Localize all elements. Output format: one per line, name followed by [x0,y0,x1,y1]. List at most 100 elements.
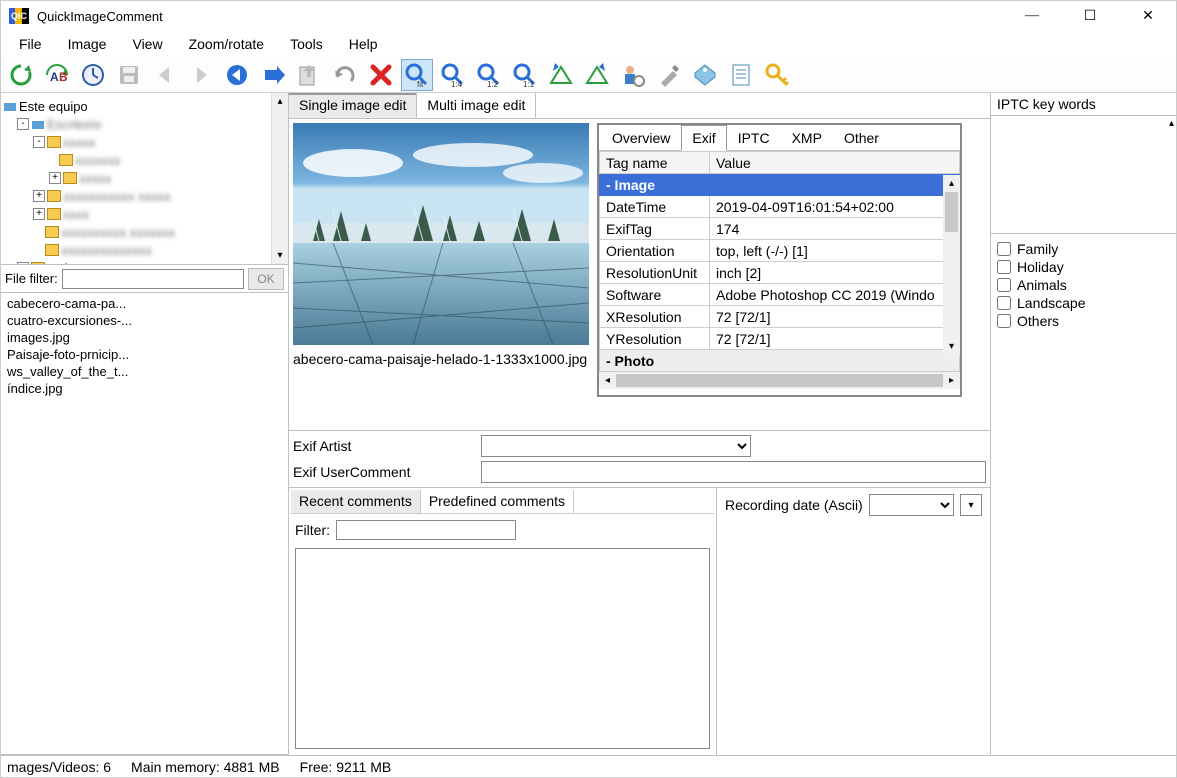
keyword-checkbox[interactable] [997,260,1011,274]
keywords-input-box[interactable]: ▴ [991,116,1176,234]
tab-multi-image-edit[interactable]: Multi image edit [417,93,536,118]
menu-image[interactable]: Image [56,32,119,56]
tree-toggle[interactable]: - [17,118,29,130]
file-item[interactable]: ws_valley_of_the_t... [5,363,284,380]
file-filter-ok-button[interactable]: OK [248,268,284,290]
chevron-up-icon[interactable]: ▴ [1169,118,1174,129]
folder-icon [31,262,45,265]
tab-other[interactable]: Other [833,125,890,150]
tree-scrollbar[interactable]: ▴▾ [271,93,288,264]
delete-icon[interactable] [365,59,397,91]
clock-icon[interactable] [77,59,109,91]
tree-toggle[interactable]: + [33,190,45,202]
left-pane: Este equipo -Escritorio -xxxxx xxxxxxx +… [1,93,289,755]
minimize-button[interactable]: — [1012,2,1052,30]
file-filter-input[interactable] [62,269,244,289]
menubar: File Image View Zoom/rotate Tools Help [1,31,1176,57]
forward-arrow-gray-icon[interactable] [185,59,217,91]
exif-usercomment-input[interactable] [481,461,986,483]
export-icon[interactable] [293,59,325,91]
app-icon: QIC [9,8,29,24]
right-pane: IPTC key words ▴ Family Holiday Animals … [991,93,1176,755]
user-settings-icon[interactable] [617,59,649,91]
menu-file[interactable]: File [7,32,54,56]
key-icon[interactable] [761,59,793,91]
keyword-checkbox[interactable] [997,296,1011,310]
tree-toggle[interactable]: + [33,208,45,220]
metadata-scrollbar-v[interactable]: ▴▾ [943,175,960,355]
file-item[interactable]: cabecero-cama-pa... [5,295,284,312]
keyword-item[interactable]: Holiday [997,258,1170,276]
zoom-fit-icon[interactable]: fit [401,59,433,91]
menu-view[interactable]: View [120,32,174,56]
comment-filter-input[interactable] [336,520,516,540]
tag-icon[interactable] [689,59,721,91]
menu-zoom-rotate[interactable]: Zoom/rotate [177,32,276,56]
tree-toggle[interactable]: - [33,136,45,148]
close-button[interactable]: ✕ [1128,2,1168,30]
keyword-checkbox[interactable] [997,278,1011,292]
document-icon[interactable] [725,59,757,91]
tree-toggle[interactable]: + [17,262,29,265]
folder-icon [63,172,77,184]
meta-value: Adobe Photoshop CC 2019 (Windo [710,284,960,306]
keyword-checkbox[interactable] [997,314,1011,328]
tab-xmp[interactable]: XMP [781,125,833,150]
maximize-button[interactable]: ☐ [1070,2,1110,30]
recording-date-select[interactable] [869,494,954,516]
keyword-item[interactable]: Animals [997,276,1170,294]
forward-blue-icon[interactable] [257,59,289,91]
meta-value: top, left (-/-) [1] [710,240,960,262]
back-arrow-icon[interactable] [149,59,181,91]
ab-rotate-icon[interactable]: AB [41,59,73,91]
metadata-table[interactable]: Tag nameValue - Image DateTime2019-04-09… [599,151,960,372]
folder-tree[interactable]: Este equipo -Escritorio -xxxxx xxxxxxx +… [1,93,288,265]
recording-date-dropdown[interactable]: ▾ [960,494,982,516]
file-item[interactable]: cuatro-excursiones-... [5,312,284,329]
exif-artist-label: Exif Artist [293,438,473,454]
exif-usercomment-label: Exif UserComment [293,464,473,480]
tab-recent-comments[interactable]: Recent comments [291,490,421,513]
keyword-item[interactable]: Landscape [997,294,1170,312]
keyword-item[interactable]: Others [997,312,1170,330]
file-item[interactable]: Paisaje-foto-prnicip... [5,346,284,363]
tools-icon[interactable] [653,59,685,91]
edit-tabs: Single image edit Multi image edit [289,93,990,119]
flip-h-icon[interactable] [545,59,577,91]
zoom-1-2-icon[interactable]: 1:2 [473,59,505,91]
refresh-icon[interactable] [5,59,37,91]
file-item[interactable]: images.jpg [5,329,284,346]
svg-text:B: B [59,70,68,84]
meta-value: 174 [710,218,960,240]
tab-single-image-edit[interactable]: Single image edit [289,93,417,118]
file-item[interactable]: índice.jpg [5,380,284,397]
tab-iptc[interactable]: IPTC [727,125,781,150]
metadata-scrollbar-h[interactable]: ◂▸ [599,372,960,389]
comment-list[interactable] [295,548,710,749]
flip-v-icon[interactable] [581,59,613,91]
meta-tag: XResolution [600,306,710,328]
back-blue-icon[interactable] [221,59,253,91]
col-value[interactable]: Value [710,152,960,174]
section-image: - Image [600,174,960,196]
exif-artist-select[interactable] [481,435,751,457]
keyword-item[interactable]: Family [997,240,1170,258]
tree-toggle[interactable]: + [49,172,61,184]
undo-icon[interactable] [329,59,361,91]
tab-overview[interactable]: Overview [601,125,681,150]
menu-help[interactable]: Help [337,32,390,56]
tree-root[interactable]: Este equipo [19,99,88,114]
file-list[interactable]: cabecero-cama-pa... cuatro-excursiones-.… [1,293,288,755]
save-icon[interactable] [113,59,145,91]
col-tag-name[interactable]: Tag name [600,152,710,174]
menu-tools[interactable]: Tools [278,32,335,56]
meta-tag: Orientation [600,240,710,262]
meta-value: 2019-04-09T16:01:54+02:00 [710,196,960,218]
tab-exif[interactable]: Exif [681,125,726,151]
tab-predefined-comments[interactable]: Predefined comments [421,490,574,513]
zoom-1-4-icon[interactable]: 1:4 [437,59,469,91]
keyword-checkbox[interactable] [997,242,1011,256]
zoom-1-1-icon[interactable]: 1:1 [509,59,541,91]
tree-imagenes[interactable]: Imágenes [47,261,104,266]
status-free: Free: 9211 MB [300,759,392,775]
